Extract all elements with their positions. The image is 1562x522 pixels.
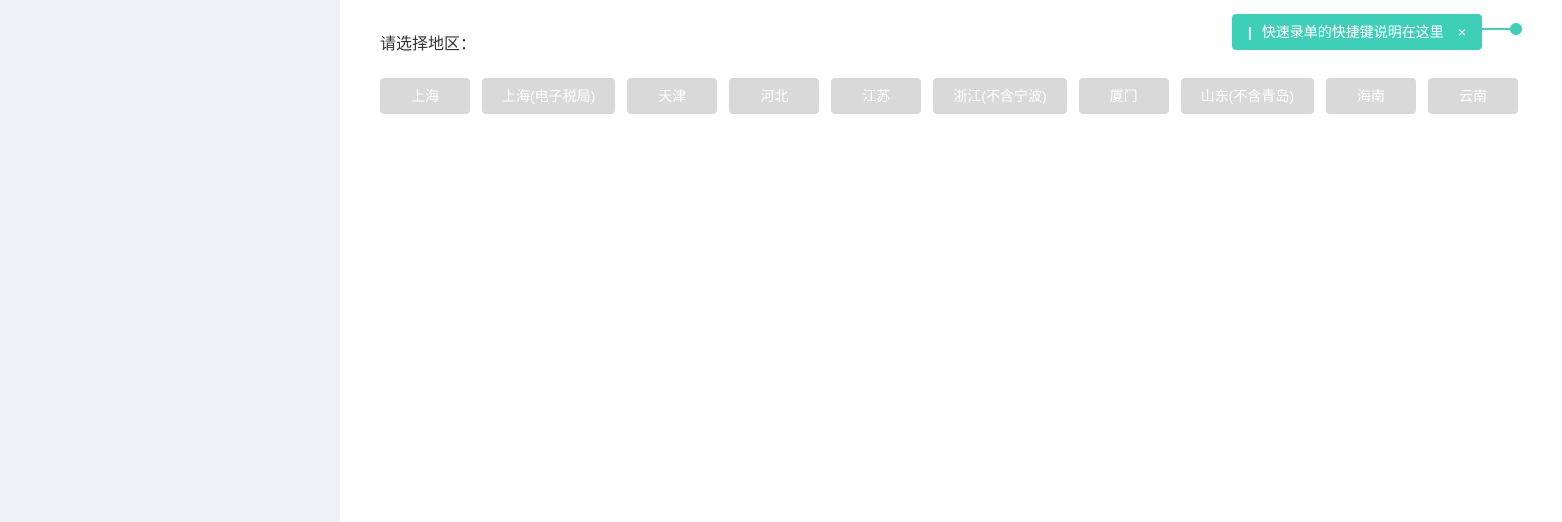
region-button-hebei[interactable]: 河北	[729, 78, 819, 114]
main-content: 请选择地区： 上海上海(电子税局)天津河北江苏浙江(不含宁波)厦门山东(不含青岛…	[340, 0, 1562, 522]
region-button-shanghai[interactable]: 上海	[380, 78, 470, 114]
tooltip-text: 快速录单的快捷键说明在这里	[1262, 22, 1444, 42]
region-button-shandong[interactable]: 山东(不含青岛)	[1181, 78, 1314, 114]
region-buttons: 上海上海(电子税局) 天津河北江苏浙江(不含宁波) 厦门山东(不含青岛) 海南云南	[380, 78, 1522, 114]
sidebar	[0, 0, 340, 522]
region-button-jiangsu[interactable]: 江苏	[831, 78, 921, 114]
region-button-shanghai-etax[interactable]: 上海(电子税局)	[482, 78, 615, 114]
region-button-tianjin[interactable]: 天津	[627, 78, 717, 114]
tooltip-dot	[1510, 23, 1522, 35]
tooltip-line	[1480, 28, 1510, 30]
region-button-xiamen[interactable]: 厦门	[1079, 78, 1169, 114]
region-button-yunnan[interactable]: 云南	[1428, 78, 1518, 114]
tooltip-banner: 快速录单的快捷键说明在这里 ×	[1232, 14, 1482, 50]
tooltip-close-button[interactable]: ×	[1458, 24, 1466, 40]
region-button-zhejiang[interactable]: 浙江(不含宁波)	[933, 78, 1066, 114]
region-button-hainan[interactable]: 海南	[1326, 78, 1416, 114]
